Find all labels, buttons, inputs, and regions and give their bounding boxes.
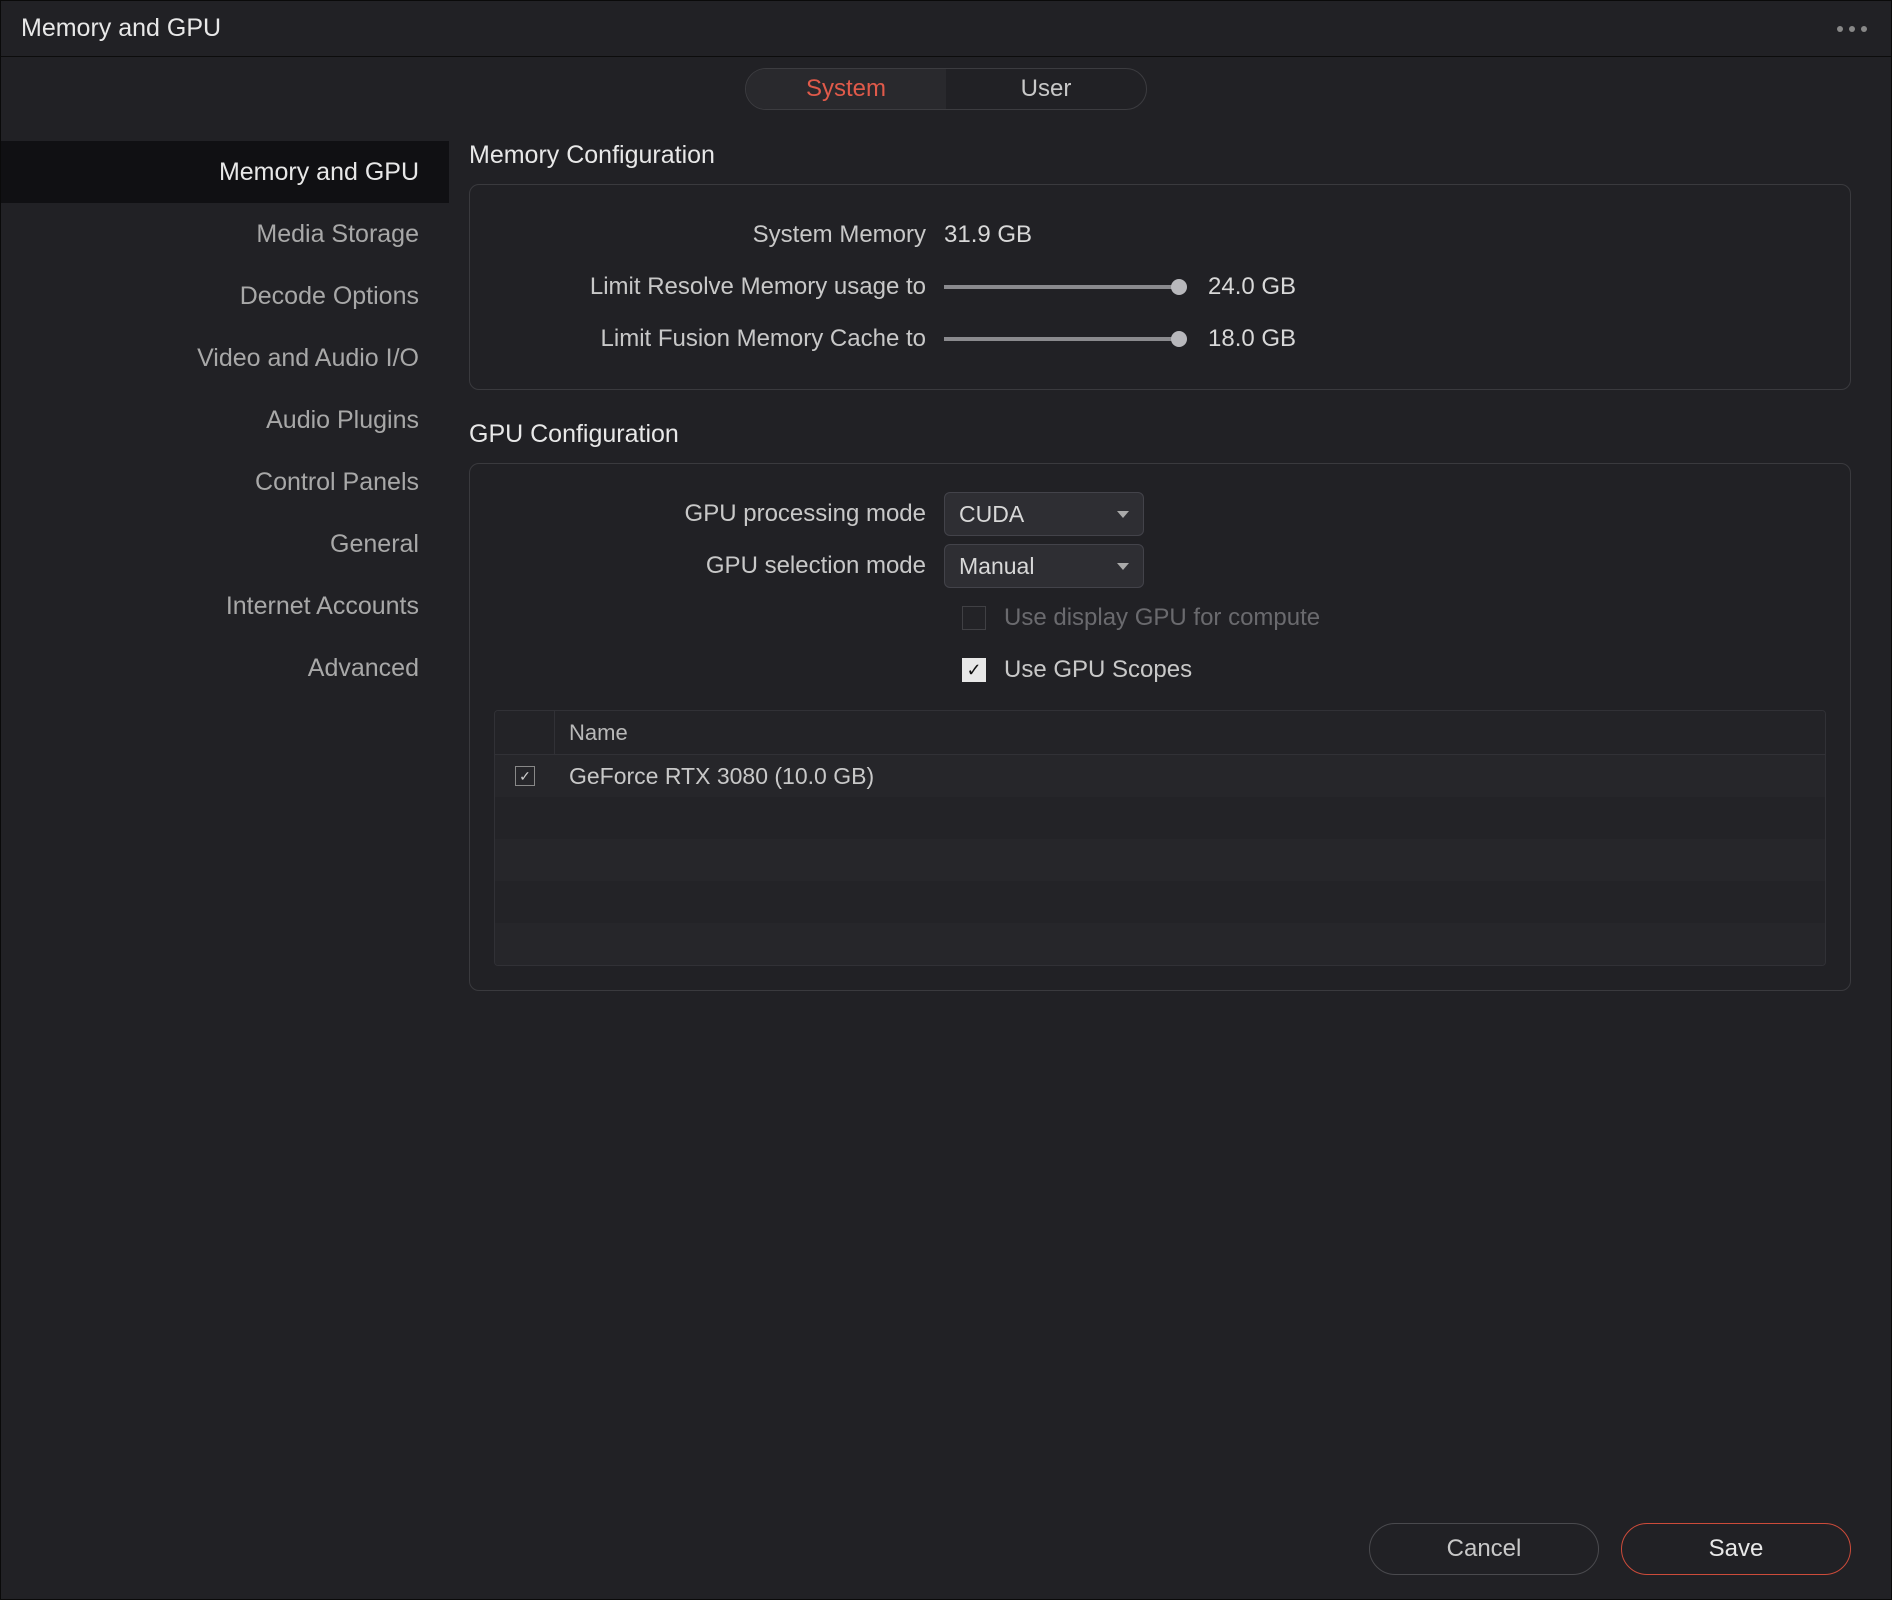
gpu-panel: GPU processing mode CUDA GPU selection m… <box>469 463 1851 991</box>
chevron-down-icon <box>1117 511 1129 518</box>
sidebar-item-memory-gpu[interactable]: Memory and GPU <box>1 141 449 203</box>
gpu-processing-value: CUDA <box>959 501 1024 528</box>
more-icon[interactable] <box>1837 26 1871 32</box>
gpu-row-name: GeForce RTX 3080 (10.0 GB) <box>555 763 874 790</box>
sidebar-item-control-panels[interactable]: Control Panels <box>1 451 449 513</box>
sidebar-item-label: Internet Accounts <box>226 592 419 621</box>
memory-panel: System Memory 31.9 GB Limit Resolve Memo… <box>469 184 1851 390</box>
gpu-selection-dropdown[interactable]: Manual <box>944 544 1144 588</box>
sidebar-item-label: Media Storage <box>256 220 419 249</box>
fusion-memory-slider[interactable] <box>944 337 1184 341</box>
sidebar: Memory and GPU Media Storage Decode Opti… <box>1 121 449 1499</box>
sidebar-item-label: Decode Options <box>240 282 419 311</box>
gpu-table-row-empty <box>495 923 1825 965</box>
resolve-memory-slider[interactable] <box>944 285 1184 289</box>
dialog-footer: Cancel Save <box>1 1499 1891 1599</box>
fusion-memory-value: 18.0 GB <box>1208 325 1296 353</box>
top-tab-bar: System User <box>1 57 1891 121</box>
cancel-button[interactable]: Cancel <box>1369 1523 1599 1575</box>
sidebar-item-label: Video and Audio I/O <box>197 344 419 373</box>
gpu-table: Name ✓ GeForce RTX 3080 (10.0 GB) <box>494 710 1826 966</box>
fusion-memory-label: Limit Fusion Memory Cache to <box>494 325 944 353</box>
save-button[interactable]: Save <box>1621 1523 1851 1575</box>
sidebar-item-media-storage[interactable]: Media Storage <box>1 203 449 265</box>
system-memory-label: System Memory <box>494 221 944 249</box>
system-memory-value: 31.9 GB <box>944 221 1032 249</box>
gpu-scopes-label: Use GPU Scopes <box>1004 656 1192 684</box>
gpu-processing-dropdown[interactable]: CUDA <box>944 492 1144 536</box>
gpu-row-checkbox[interactable]: ✓ <box>515 766 535 786</box>
sidebar-item-internet-accounts[interactable]: Internet Accounts <box>1 575 449 637</box>
gpu-table-row-empty <box>495 797 1825 839</box>
window-title: Memory and GPU <box>21 14 221 43</box>
sidebar-item-video-audio-io[interactable]: Video and Audio I/O <box>1 327 449 389</box>
memory-section-title: Memory Configuration <box>469 141 1851 170</box>
display-gpu-label: Use display GPU for compute <box>1004 604 1320 632</box>
gpu-selection-value: Manual <box>959 553 1034 580</box>
gpu-table-row-empty <box>495 881 1825 923</box>
sidebar-item-label: Control Panels <box>255 468 419 497</box>
sidebar-item-general[interactable]: General <box>1 513 449 575</box>
sidebar-item-label: Audio Plugins <box>266 406 419 435</box>
gpu-table-header-name: Name <box>555 720 628 746</box>
titlebar: Memory and GPU <box>1 1 1891 57</box>
display-gpu-checkbox <box>962 606 986 630</box>
tab-system[interactable]: System <box>746 69 946 109</box>
gpu-section-title: GPU Configuration <box>469 420 1851 449</box>
gpu-table-row[interactable]: ✓ GeForce RTX 3080 (10.0 GB) <box>495 755 1825 797</box>
tab-user[interactable]: User <box>946 69 1146 109</box>
sidebar-item-label: Advanced <box>308 654 419 683</box>
resolve-memory-label: Limit Resolve Memory usage to <box>494 273 944 301</box>
sidebar-item-audio-plugins[interactable]: Audio Plugins <box>1 389 449 451</box>
sidebar-item-decode-options[interactable]: Decode Options <box>1 265 449 327</box>
gpu-processing-label: GPU processing mode <box>494 500 944 528</box>
gpu-table-row-empty <box>495 839 1825 881</box>
resolve-memory-value: 24.0 GB <box>1208 273 1296 301</box>
sidebar-item-advanced[interactable]: Advanced <box>1 637 449 699</box>
sidebar-item-label: General <box>330 530 419 559</box>
gpu-selection-label: GPU selection mode <box>494 552 944 580</box>
sidebar-item-label: Memory and GPU <box>219 158 419 187</box>
gpu-scopes-checkbox[interactable]: ✓ <box>962 658 986 682</box>
chevron-down-icon <box>1117 563 1129 570</box>
